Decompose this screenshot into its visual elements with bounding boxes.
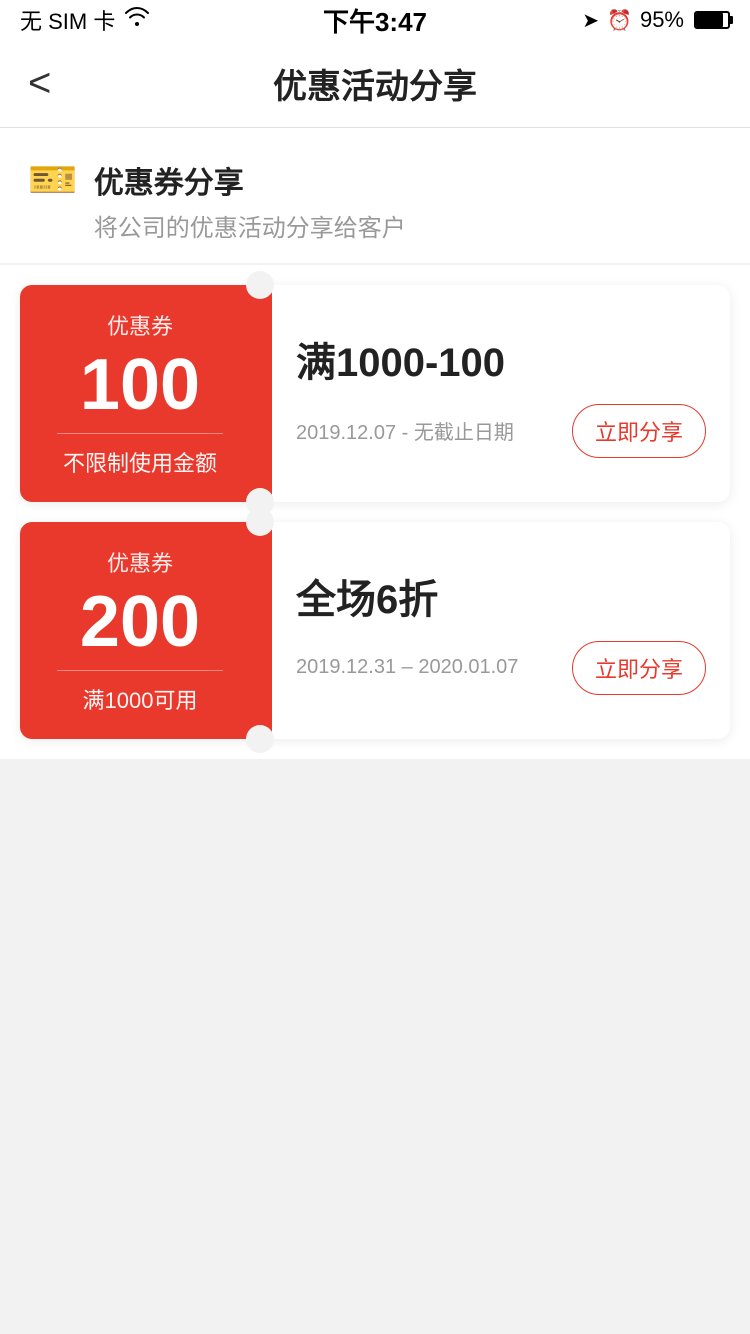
status-right: ➤ ⏰ 95% [582,7,730,33]
coupon-card-2: 优惠券 200 满1000可用 全场6折 2019.12.31 – 2020.0… [20,522,730,739]
section-header: 🎫 优惠券分享 将公司的优惠活动分享给客户 [0,128,750,263]
coupon-date-2: 2019.12.31 – 2020.01.07 [296,656,518,679]
coupon-list: 优惠券 100 不限制使用金额 满1000-100 2019.12.07 - 无… [0,265,750,759]
coupon-left-1: 优惠券 100 不限制使用金额 [20,285,260,502]
coupon-name-1: 满1000-100 [296,330,706,388]
notch-bottom-2 [246,725,274,753]
coupon-name-2: 全场6折 [296,567,706,625]
section-text: 优惠券分享 将公司的优惠活动分享给客户 [94,158,406,243]
nav-bar: < 优惠活动分享 [0,40,750,128]
bottom-area [0,759,750,1319]
coupon-condition-1: 不限制使用金额 [63,446,217,478]
status-time: 下午3:47 [323,2,427,39]
coupon-amount-2: 200 [80,586,200,658]
coupon-divider-2 [57,670,223,671]
coupon-left-2: 优惠券 200 满1000可用 [20,522,260,739]
coupon-date-1: 2019.12.07 - 无截止日期 [296,416,514,445]
share-button-2[interactable]: 立即分享 [572,641,706,695]
coupon-label-2: 优惠券 [107,546,173,578]
share-button-1[interactable]: 立即分享 [572,404,706,458]
alarm-icon: ⏰ [607,8,632,33]
carrier-text: 无 SIM 卡 [20,4,115,36]
coupon-amount-1: 100 [80,349,200,421]
back-button[interactable]: < [28,61,51,106]
coupon-meta-1: 2019.12.07 - 无截止日期 立即分享 [296,404,706,458]
notch-top-1 [246,271,274,299]
section-subtitle: 将公司的优惠活动分享给客户 [94,208,406,243]
status-left: 无 SIM 卡 [20,4,151,36]
notch-top-2 [246,508,274,536]
coupon-right-2: 全场6折 2019.12.31 – 2020.01.07 立即分享 [260,522,730,739]
coupon-card-1: 优惠券 100 不限制使用金额 满1000-100 2019.12.07 - 无… [20,285,730,502]
section-title: 优惠券分享 [94,158,406,202]
wifi-icon [123,6,151,34]
coupon-section-icon: 🎫 [28,160,78,200]
status-bar: 无 SIM 卡 下午3:47 ➤ ⏰ 95% [0,0,750,40]
coupon-condition-2: 满1000可用 [83,683,198,715]
coupon-label-1: 优惠券 [107,309,173,341]
page-title: 优惠活动分享 [273,59,477,108]
coupon-right-1: 满1000-100 2019.12.07 - 无截止日期 立即分享 [260,285,730,502]
battery-text: 95% [640,7,684,33]
coupon-divider-1 [57,433,223,434]
battery-icon [694,11,730,29]
coupon-meta-2: 2019.12.31 – 2020.01.07 立即分享 [296,641,706,695]
location-icon: ➤ [582,8,599,33]
